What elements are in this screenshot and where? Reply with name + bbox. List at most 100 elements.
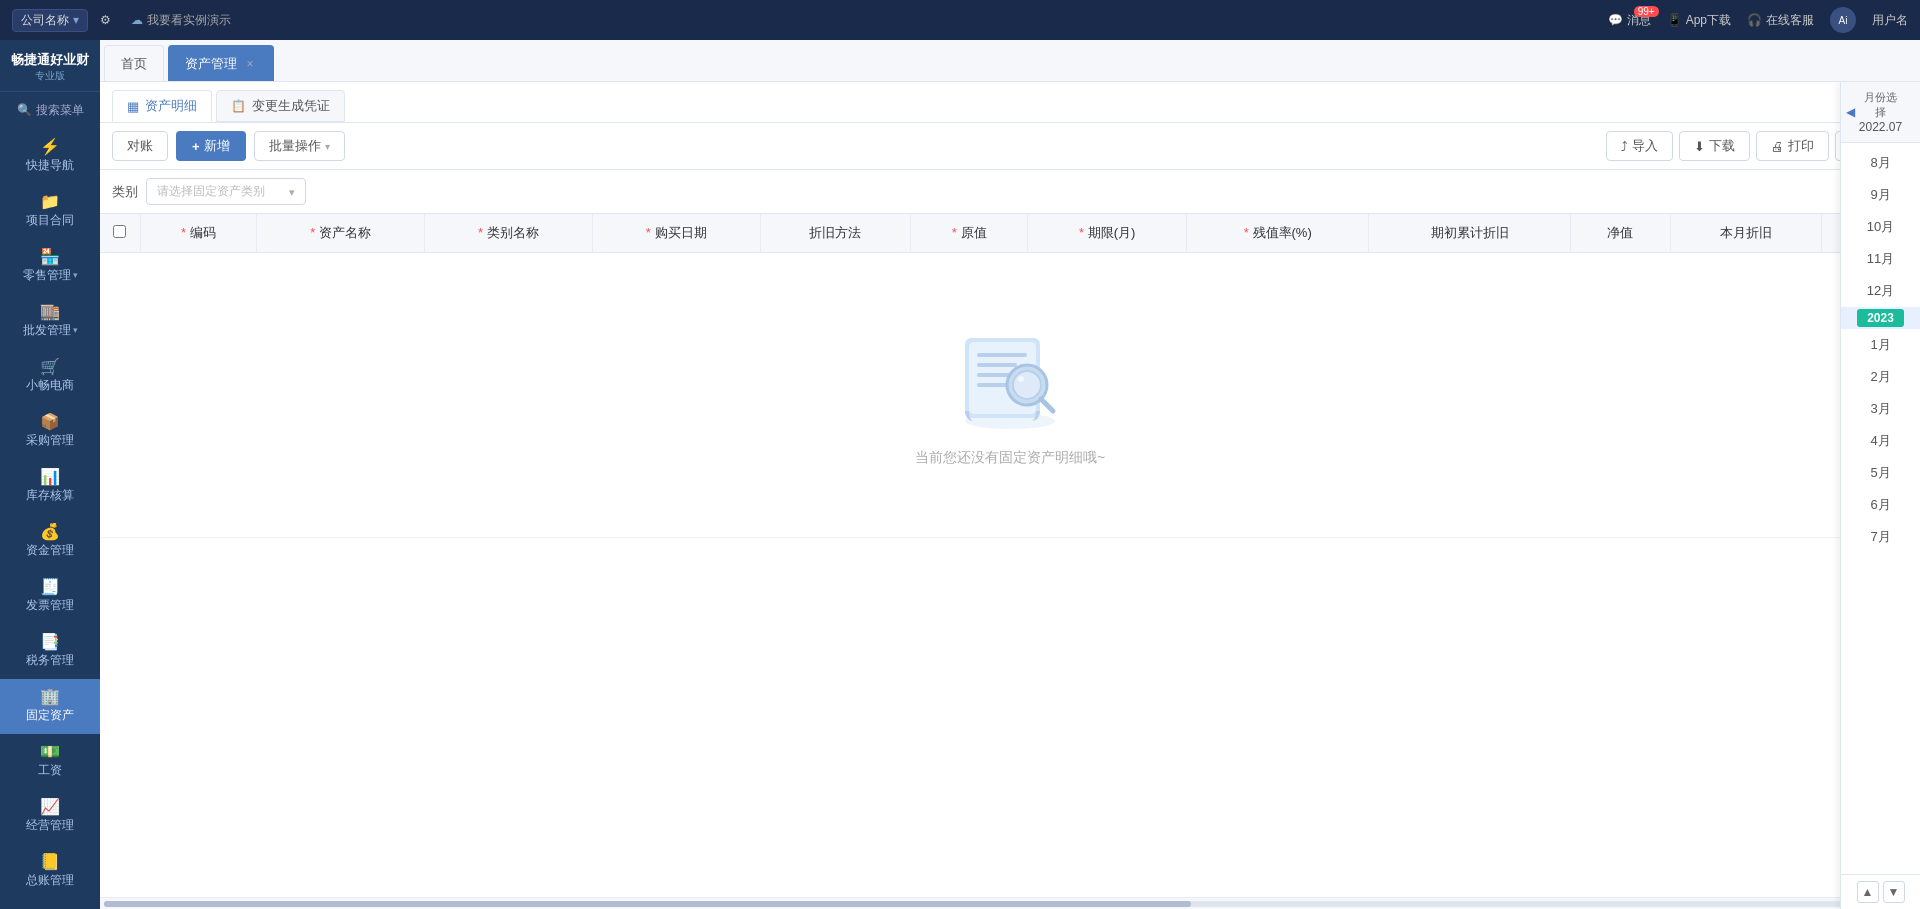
category-select[interactable]: 请选择固定资产类别 — [146, 178, 306, 205]
month-item-3[interactable]: 3月 — [1841, 393, 1920, 425]
download-btn[interactable]: ⬇ 下载 — [1679, 131, 1750, 161]
tab-close-icon[interactable]: × — [243, 57, 257, 71]
demo-cloud-icon: ☁ — [131, 13, 143, 27]
sidebar-item-project[interactable]: 📁 项目合同 — [0, 184, 100, 239]
sidebar-item-tax[interactable]: 📑 税务管理 — [0, 624, 100, 679]
sidebar-item-purchase[interactable]: 📦 采购管理 — [0, 404, 100, 459]
top-bar: 公司名称 ▾ ⚙ ☁ 我要看实例演示 💬 消息 99+ 📱 App下载 🎧 在线… — [0, 0, 1920, 40]
app-icon: 📱 — [1667, 13, 1682, 27]
message-badge: 99+ — [1634, 6, 1659, 17]
import-btn[interactable]: ⤴ 导入 — [1606, 131, 1673, 161]
month-item-9[interactable]: 9月 — [1841, 179, 1920, 211]
th-net-value: 净值 — [1570, 214, 1670, 253]
sidebar-item-salary[interactable]: 💵 工资 — [0, 734, 100, 789]
tab-home[interactable]: 首页 — [104, 45, 164, 81]
user-avatar[interactable]: Ai — [1830, 7, 1856, 33]
print-btn[interactable]: 🖨 打印 — [1756, 131, 1829, 161]
month-list: 8月 9月 10月 11月 12月 2023 1月 2月 3月 4月 5月 6月… — [1841, 143, 1920, 874]
invoice-label: 发票管理 — [26, 597, 74, 614]
table-body: 当前您还没有固定资产明细哦~ — [100, 253, 1920, 538]
svg-line-9 — [1041, 399, 1053, 411]
month-item-2[interactable]: 2月 — [1841, 361, 1920, 393]
th-net-value-label: 净值 — [1607, 225, 1633, 240]
app-title: 畅捷通好业财 — [8, 52, 92, 69]
month-item-8[interactable]: 8月 — [1841, 147, 1920, 179]
sidebar-item-inventory[interactable]: 📊 库存核算 — [0, 459, 100, 514]
reconcile-btn[interactable]: 对账 — [112, 131, 168, 161]
wholesale-with-arrow: 批发管理 ▾ — [23, 322, 78, 339]
month-item-1[interactable]: 1月 — [1841, 329, 1920, 361]
invoice-icon: 🧾 — [40, 579, 60, 595]
add-icon: + — [192, 139, 200, 154]
sidebar-item-ledger[interactable]: 📒 总账管理 — [0, 844, 100, 899]
online-service-btn[interactable]: 🎧 在线客服 — [1747, 12, 1814, 29]
horizontal-scrollbar[interactable] — [100, 897, 1920, 909]
month-item-4[interactable]: 4月 — [1841, 425, 1920, 457]
month-item-5[interactable]: 5月 — [1841, 457, 1920, 489]
sidebar-nav: ⚡ 快捷导航 📁 项目合同 🏪 零售管理 ▾ 🏬 批发管理 ▾ — [0, 125, 100, 909]
empty-text: 当前您还没有固定资产明细哦~ — [915, 449, 1105, 467]
sidebar-item-ecommerce[interactable]: 🛒 小畅电商 — [0, 349, 100, 404]
svg-rect-3 — [977, 353, 1027, 357]
batch-ops-label: 批量操作 — [269, 137, 321, 155]
sidebar-item-retail[interactable]: 🏪 零售管理 ▾ — [0, 239, 100, 294]
salary-label: 工资 — [38, 762, 62, 779]
ledger-icon: 📒 — [40, 854, 60, 870]
settings-btn[interactable]: ⚙ — [100, 13, 111, 27]
wholesale-arrow-icon: ▾ — [73, 325, 78, 335]
tax-label: 税务管理 — [26, 652, 74, 669]
sidebar: 畅捷通好业财 专业版 🔍 搜索菜单 ⚡ 快捷导航 📁 项目合同 🏪 零售管理 ▾ — [0, 40, 100, 909]
th-original-value-label: 原值 — [961, 225, 987, 240]
operations-icon: 📈 — [40, 799, 60, 815]
message-btn[interactable]: 💬 消息 99+ — [1608, 12, 1651, 29]
sidebar-search[interactable]: 🔍 搜索菜单 — [0, 96, 100, 125]
svg-rect-4 — [977, 363, 1017, 367]
th-checkbox[interactable] — [100, 214, 140, 253]
table-container: * 编码 * 资产名称 * 类别名称 * 购买日期 折旧方法 * 原值 * 期限… — [100, 214, 1920, 897]
batch-ops-btn[interactable]: 批量操作 ▾ — [254, 131, 345, 161]
select-all-checkbox[interactable] — [113, 225, 126, 238]
sidebar-item-quick-nav[interactable]: ⚡ 快捷导航 — [0, 129, 100, 184]
download-icon: ⬇ — [1694, 139, 1705, 154]
fund-icon: 💰 — [40, 524, 60, 540]
th-residual-rate-label: 残值率(%) — [1253, 225, 1312, 240]
demo-btn[interactable]: ☁ 我要看实例演示 — [131, 12, 231, 29]
month-panel-title: 月份选择 — [1859, 90, 1902, 120]
month-item-11[interactable]: 11月 — [1841, 243, 1920, 275]
month-panel-left-icon[interactable]: ◀ — [1846, 105, 1855, 119]
month-nav-down-btn[interactable]: ▼ — [1883, 881, 1905, 903]
user-name: 用户名 — [1872, 12, 1908, 29]
app-download-btn[interactable]: 📱 App下载 — [1667, 12, 1731, 29]
company-dropdown-icon[interactable]: ▾ — [73, 13, 79, 27]
ecommerce-icon: 🛒 — [40, 359, 60, 375]
tab-asset-mgmt[interactable]: 资产管理 × — [168, 45, 274, 81]
scrollbar-track — [104, 901, 1916, 907]
company-selector[interactable]: 公司名称 ▾ — [12, 9, 88, 32]
subtab-asset-detail[interactable]: 资产明细 — [112, 90, 212, 122]
toolbar: 对账 + 新增 批量操作 ▾ ⤴ 导入 — [100, 123, 1920, 170]
month-panel-year-label: 2022.07 — [1859, 120, 1902, 134]
sidebar-item-basic-info[interactable]: ℹ 基础信息 — [0, 899, 100, 909]
sidebar-item-wholesale[interactable]: 🏬 批发管理 ▾ — [0, 294, 100, 349]
sidebar-item-invoice[interactable]: 🧾 发票管理 — [0, 569, 100, 624]
inventory-icon: 📊 — [40, 469, 60, 485]
subtab-change-voucher[interactable]: 变更生成凭证 — [216, 90, 345, 122]
month-item-6[interactable]: 6月 — [1841, 489, 1920, 521]
month-nav-up-btn[interactable]: ▲ — [1857, 881, 1879, 903]
month-item-7[interactable]: 7月 — [1841, 521, 1920, 553]
sub-tab-bar: 资产明细 变更生成凭证 — [100, 82, 1920, 123]
add-btn[interactable]: + 新增 — [176, 131, 246, 161]
app-download-label: App下载 — [1686, 12, 1731, 29]
main-layout: 畅捷通好业财 专业版 🔍 搜索菜单 ⚡ 快捷导航 📁 项目合同 🏪 零售管理 ▾ — [0, 40, 1920, 909]
print-label: 打印 — [1788, 137, 1814, 155]
sidebar-item-fund[interactable]: 💰 资金管理 — [0, 514, 100, 569]
top-bar-right: 💬 消息 99+ 📱 App下载 🎧 在线客服 Ai 用户名 — [1608, 7, 1908, 33]
sidebar-item-fixed-assets[interactable]: 🏢 固定资产 — [0, 679, 100, 734]
month-item-10[interactable]: 10月 — [1841, 211, 1920, 243]
add-label: 新增 — [204, 137, 230, 155]
sidebar-item-operations[interactable]: 📈 经营管理 — [0, 789, 100, 844]
th-period: * 期限(月) — [1028, 214, 1187, 253]
select-arrow-icon — [289, 184, 295, 199]
top-bar-left: 公司名称 ▾ ⚙ ☁ 我要看实例演示 — [12, 9, 1608, 32]
month-item-12[interactable]: 12月 — [1841, 275, 1920, 307]
